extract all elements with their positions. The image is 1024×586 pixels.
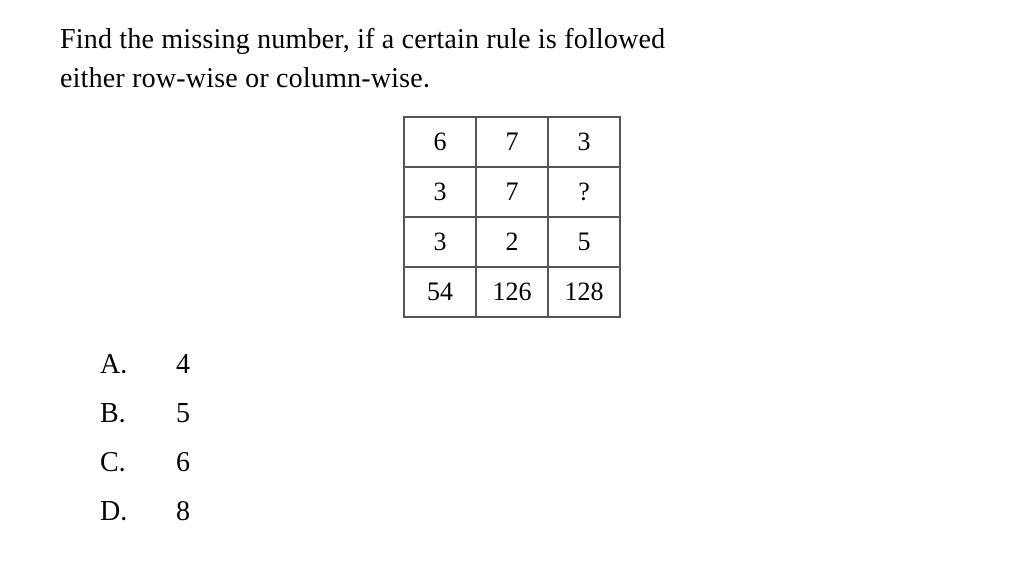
option-d[interactable]: D. 8: [100, 490, 964, 535]
table-row: 54 126 128: [404, 267, 620, 317]
cell-r2c0: 3: [404, 217, 476, 267]
number-grid: 6 7 3 3 7 ? 3 2 5 54 126 128: [403, 116, 621, 318]
table-row: 6 7 3: [404, 117, 620, 167]
option-b[interactable]: B. 5: [100, 392, 964, 437]
table-row: 3 2 5: [404, 217, 620, 267]
option-value: 8: [176, 490, 190, 535]
question-line2: either row-wise or column-wise.: [60, 63, 430, 94]
cell-r0c0: 6: [404, 117, 476, 167]
option-value: 4: [176, 343, 190, 388]
cell-r3c0: 54: [404, 267, 476, 317]
option-letter: A.: [100, 343, 136, 388]
cell-r1c0: 3: [404, 167, 476, 217]
question-text: Find the missing number, if a certain ru…: [60, 20, 964, 98]
cell-r1c1: 7: [476, 167, 548, 217]
option-letter: D.: [100, 490, 136, 535]
cell-r1c2: ?: [548, 167, 620, 217]
option-c[interactable]: C. 6: [100, 441, 964, 486]
grid-container: 6 7 3 3 7 ? 3 2 5 54 126 128: [60, 116, 964, 318]
cell-r2c2: 5: [548, 217, 620, 267]
answer-options: A. 4 B. 5 C. 6 D. 8: [60, 343, 964, 534]
option-value: 5: [176, 392, 190, 437]
option-letter: C.: [100, 441, 136, 486]
option-letter: B.: [100, 392, 136, 437]
cell-r3c1: 126: [476, 267, 548, 317]
question-line1: Find the missing number, if a certain ru…: [60, 24, 665, 55]
option-a[interactable]: A. 4: [100, 343, 964, 388]
cell-r3c2: 128: [548, 267, 620, 317]
cell-r0c1: 7: [476, 117, 548, 167]
cell-r2c1: 2: [476, 217, 548, 267]
option-value: 6: [176, 441, 190, 486]
table-row: 3 7 ?: [404, 167, 620, 217]
cell-r0c2: 3: [548, 117, 620, 167]
